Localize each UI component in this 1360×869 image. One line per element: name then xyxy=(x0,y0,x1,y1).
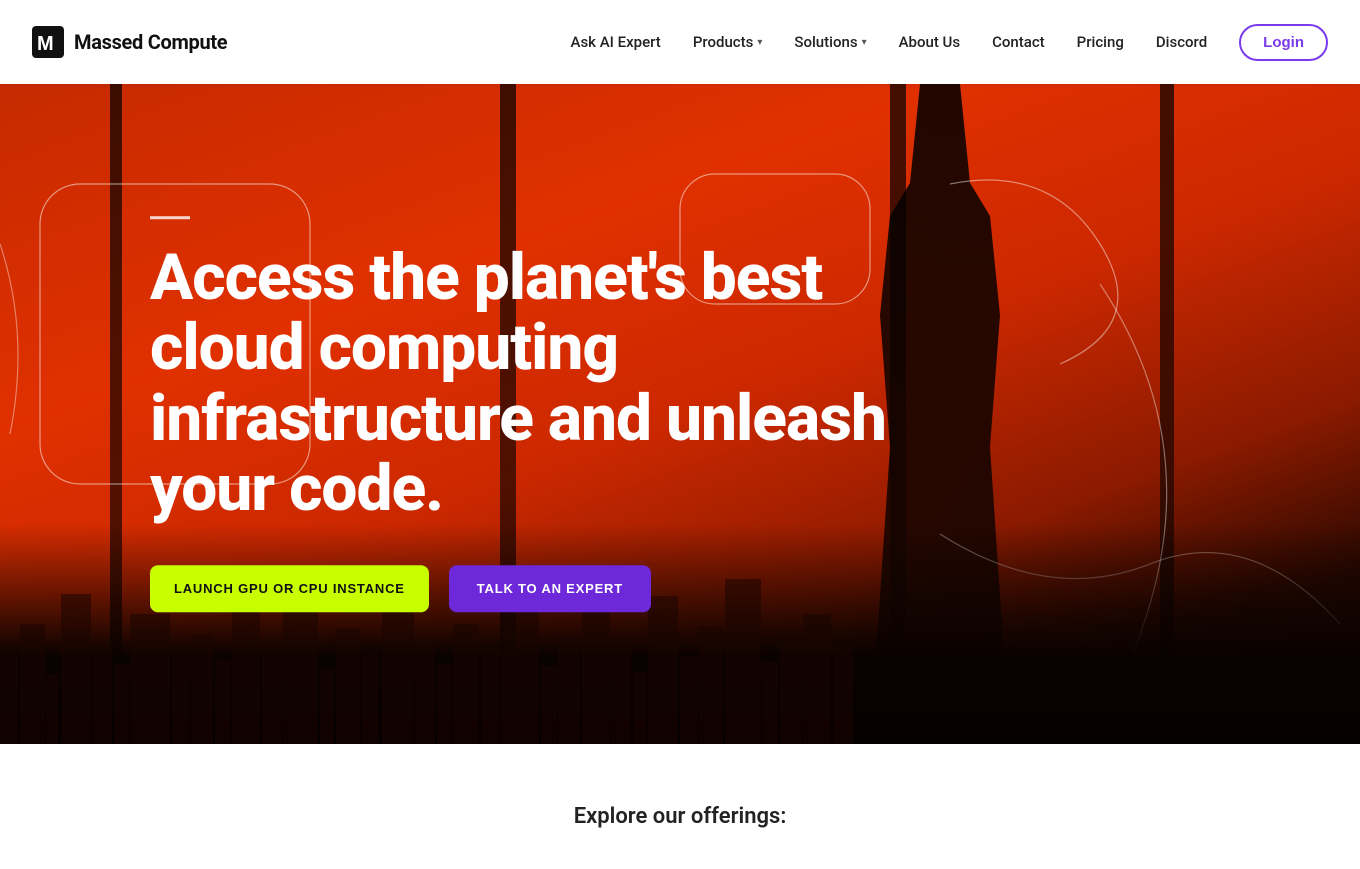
launch-instance-button[interactable]: LAUNCH GPU OR CPU INSTANCE xyxy=(150,565,429,612)
explore-offerings-label: Explore our offerings: xyxy=(0,804,1360,829)
nav-pricing[interactable]: Pricing xyxy=(1077,33,1124,51)
hero-section: Access the planet's best cloud computing… xyxy=(0,84,1360,744)
logo-link[interactable]: M Massed Compute xyxy=(32,26,227,58)
solutions-chevron-icon: ▾ xyxy=(862,37,867,48)
nav-links: Ask AI Expert Products ▾ Solutions ▾ Abo… xyxy=(571,24,1328,61)
nav-solutions[interactable]: Solutions ▾ xyxy=(794,33,866,51)
hero-content: Access the planet's best cloud computing… xyxy=(150,216,910,612)
talk-to-expert-button[interactable]: TALK TO AN EXPERT xyxy=(449,565,651,612)
hero-title: Access the planet's best cloud computing… xyxy=(150,243,910,525)
svg-text:M: M xyxy=(37,33,54,55)
nav-ask-ai[interactable]: Ask AI Expert xyxy=(571,33,661,51)
brand-name: Massed Compute xyxy=(74,30,227,54)
hero-divider xyxy=(150,216,190,219)
below-hero-section: Explore our offerings: xyxy=(0,744,1360,869)
login-button[interactable]: Login xyxy=(1239,24,1328,61)
products-chevron-icon: ▾ xyxy=(757,37,762,48)
nav-discord[interactable]: Discord xyxy=(1156,33,1207,51)
logo-icon: M xyxy=(32,26,64,58)
nav-contact[interactable]: Contact xyxy=(992,33,1045,51)
nav-about[interactable]: About Us xyxy=(899,33,961,51)
hero-buttons: LAUNCH GPU OR CPU INSTANCE TALK TO AN EX… xyxy=(150,565,910,612)
nav-products[interactable]: Products ▾ xyxy=(693,33,763,51)
navbar: M Massed Compute Ask AI Expert Products … xyxy=(0,0,1360,84)
